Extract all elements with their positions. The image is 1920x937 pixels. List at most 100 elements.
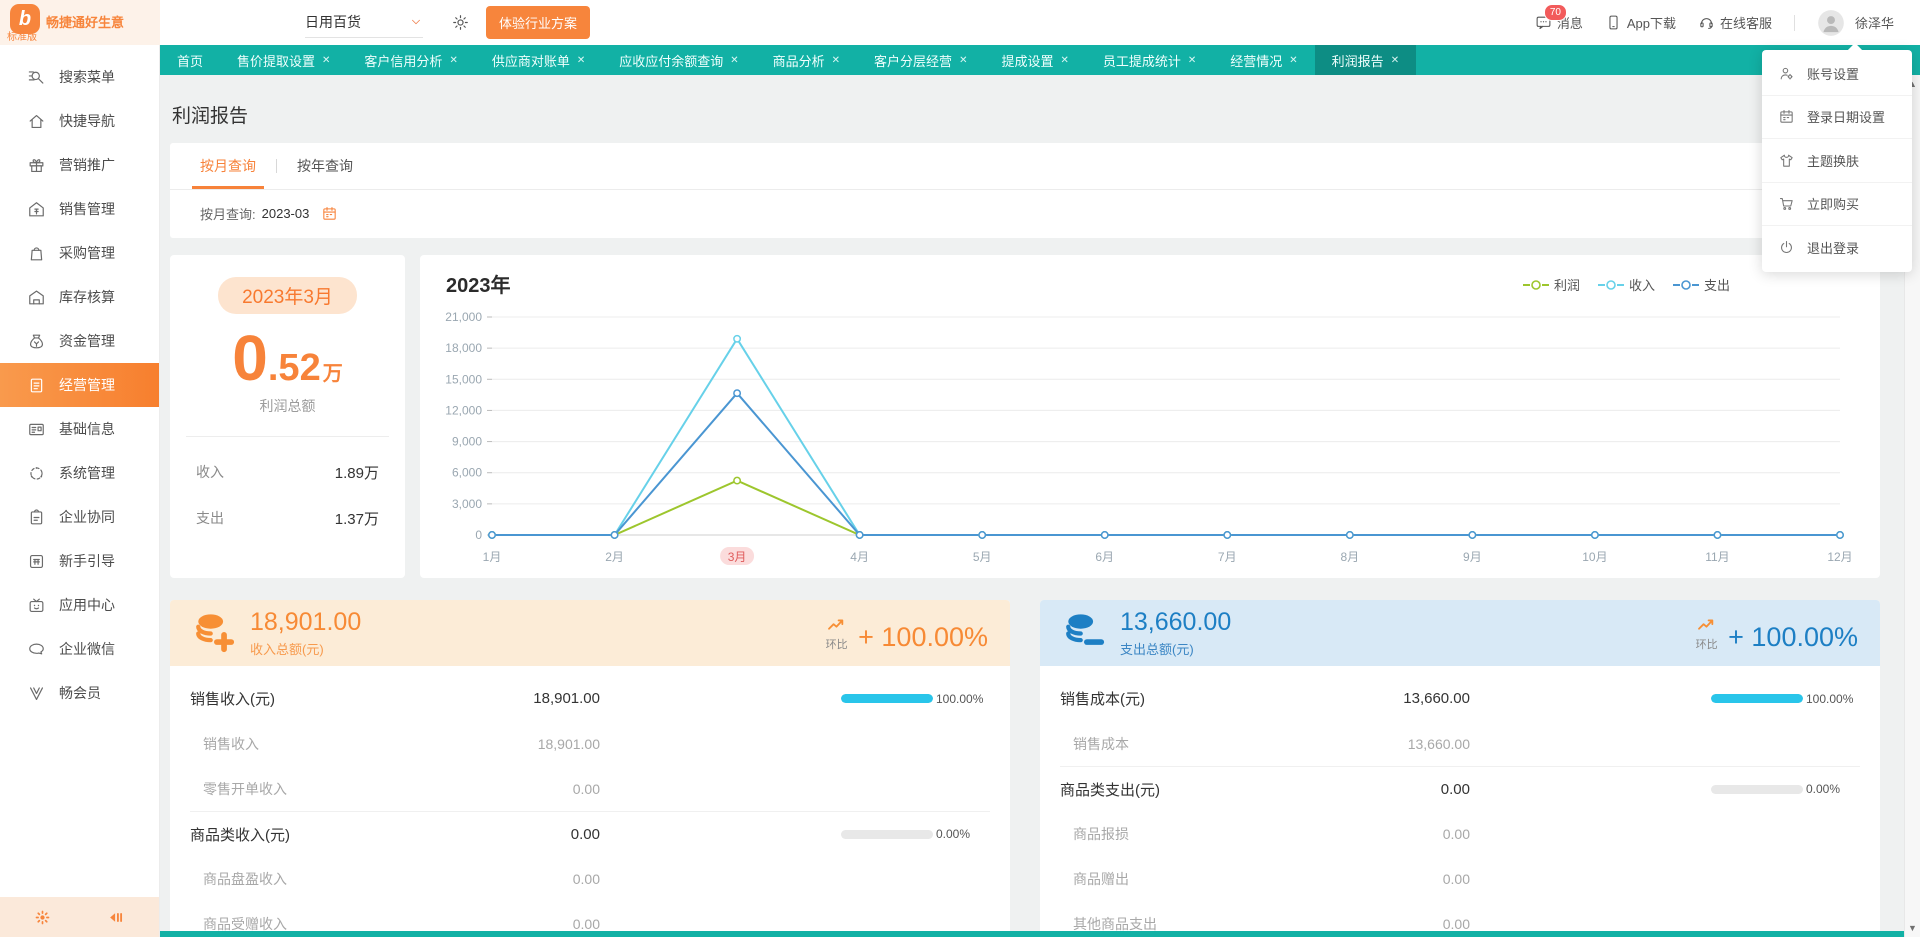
sidebar-item-app-center[interactable]: 应用中心 bbox=[0, 583, 159, 627]
tab-label: 客户分层经营 bbox=[874, 53, 953, 69]
row-value: 0.00 bbox=[1440, 780, 1470, 798]
company-select[interactable]: 日用百货 bbox=[305, 8, 423, 38]
income-mom-block: 环比 + 100.00% bbox=[824, 615, 988, 652]
sidebar-item-label: 基础信息 bbox=[59, 421, 115, 437]
sidebar-item-label: 快捷导航 bbox=[59, 113, 115, 129]
app-download-button[interactable]: App下载 bbox=[1605, 13, 1676, 32]
sidebar-item-inventory[interactable]: 库存核算 bbox=[0, 275, 159, 319]
table-row: 销售收入 18,901.00 bbox=[190, 721, 990, 766]
sidebar-item-home[interactable]: 快捷导航 bbox=[0, 99, 159, 143]
horizontal-scrollbar[interactable] bbox=[160, 931, 1904, 937]
phone-icon bbox=[1605, 14, 1622, 31]
summary-divider bbox=[186, 436, 389, 437]
row-value: 0.00 bbox=[1442, 870, 1470, 887]
svg-text:8月: 8月 bbox=[1340, 550, 1359, 564]
online-service-button[interactable]: 在线客服 bbox=[1698, 13, 1772, 32]
sidebar-settings-icon[interactable] bbox=[34, 909, 51, 926]
sidebar-item-purchase[interactable]: 采购管理 bbox=[0, 231, 159, 275]
table-row: 销售收入(元) 18,901.00 100.00% bbox=[190, 676, 990, 721]
tab-2[interactable]: 客户信用分析 ✕ bbox=[347, 45, 474, 75]
username[interactable]: 徐泽华 bbox=[1855, 13, 1894, 32]
menu-item-label: 立即购买 bbox=[1807, 197, 1860, 213]
collapse-sidebar-icon[interactable] bbox=[108, 909, 125, 926]
trend-block: 环比 bbox=[824, 615, 849, 652]
tab-label: 客户信用分析 bbox=[364, 53, 443, 69]
sidebar-item-funds[interactable]: 资金管理 bbox=[0, 319, 159, 363]
wechat-icon bbox=[27, 640, 46, 659]
tab-monthly-query[interactable]: 按月查询 bbox=[192, 143, 264, 189]
sidebar-item-system[interactable]: 系统管理 bbox=[0, 451, 159, 495]
svg-text:6,000: 6,000 bbox=[452, 466, 482, 480]
income-coins-icon bbox=[192, 612, 237, 654]
topbar: 日用百货 体验行业方案 70 消息 App下载 在线客服 徐泽华 bbox=[160, 0, 1920, 45]
close-tab-icon[interactable]: ✕ bbox=[1188, 55, 1196, 66]
close-tab-icon[interactable]: ✕ bbox=[730, 55, 738, 66]
avatar[interactable] bbox=[1817, 9, 1845, 37]
close-tab-icon[interactable]: ✕ bbox=[1289, 55, 1297, 66]
tab-1[interactable]: 售价提取设置 ✕ bbox=[220, 45, 347, 75]
trial-solution-button[interactable]: 体验行业方案 bbox=[486, 6, 591, 39]
row-value: 13,660.00 bbox=[1403, 690, 1470, 707]
close-tab-icon[interactable]: ✕ bbox=[322, 55, 330, 66]
menu-item-buy-now[interactable]: 立即购买 bbox=[1762, 183, 1912, 226]
purchase-icon bbox=[27, 244, 46, 263]
svg-text:12,000: 12,000 bbox=[445, 403, 482, 417]
legend-item[interactable]: 收入 bbox=[1597, 275, 1655, 294]
tab-8[interactable]: 员工提成统计 ✕ bbox=[1086, 45, 1213, 75]
menu-item-logout[interactable]: 退出登录 bbox=[1762, 226, 1912, 270]
sidebar-item-wechat[interactable]: 企业微信 bbox=[0, 627, 159, 671]
sidebar-item-search[interactable]: 搜索菜单 bbox=[0, 55, 159, 99]
app-window: b 畅捷通好生意 标准版 日用百货 体验行业方案 70 消息 App下载 在线客… bbox=[0, 0, 1920, 937]
close-tab-icon[interactable]: ✕ bbox=[577, 55, 585, 66]
row-progress-bar: 100.00% bbox=[1711, 692, 1860, 706]
messages-button[interactable]: 70 消息 bbox=[1535, 4, 1583, 32]
sidebar-item-business[interactable]: 经营管理 bbox=[0, 363, 159, 407]
tab-9[interactable]: 经营情况 ✕ bbox=[1213, 45, 1314, 75]
expense-table: 销售成本(元) 13,660.00 100.00% 销售成本 13,660.00 商品类支… bbox=[1040, 666, 1880, 937]
row-label: 销售成本 bbox=[1073, 735, 1129, 752]
close-tab-icon[interactable]: ✕ bbox=[959, 55, 967, 66]
tab-4[interactable]: 应收应付余额查询 ✕ bbox=[602, 45, 755, 75]
filter-row: 按月查询: 2023-03 bbox=[170, 190, 1880, 237]
sidebar-item-guide[interactable]: 新手引导 bbox=[0, 539, 159, 583]
month-picker-value[interactable]: 2023-03 bbox=[262, 206, 310, 221]
table-row: 销售成本 13,660.00 bbox=[1060, 721, 1860, 766]
gear-icon[interactable] bbox=[451, 13, 470, 32]
tab-3[interactable]: 供应商对账单 ✕ bbox=[475, 45, 602, 75]
close-tab-icon[interactable]: ✕ bbox=[449, 55, 457, 66]
close-tab-icon[interactable]: ✕ bbox=[1060, 55, 1068, 66]
menu-item-theme-skin[interactable]: 主题换肤 bbox=[1762, 139, 1912, 183]
legend-item[interactable]: 支出 bbox=[1672, 275, 1730, 294]
calendar-icon[interactable] bbox=[321, 205, 338, 222]
row-percent: 100.00% bbox=[936, 691, 984, 706]
sidebar-item-sales[interactable]: 销售管理 bbox=[0, 187, 159, 231]
tab-7[interactable]: 提成设置 ✕ bbox=[984, 45, 1085, 75]
menu-item-account-settings[interactable]: 账号设置 bbox=[1762, 52, 1912, 96]
legend-item[interactable]: 利润 bbox=[1522, 275, 1580, 294]
view-tabs: 按月查询 按年查询 bbox=[170, 143, 1880, 190]
close-tab-icon[interactable]: ✕ bbox=[1391, 55, 1399, 66]
sidebar-item-label: 搜索菜单 bbox=[59, 69, 115, 85]
sidebar-item-label: 畅会员 bbox=[59, 685, 101, 701]
close-tab-icon[interactable]: ✕ bbox=[832, 55, 840, 66]
tab-yearly-query[interactable]: 按年查询 bbox=[297, 143, 353, 189]
row-value: 0.00 bbox=[572, 870, 600, 887]
row-percent: 0.00% bbox=[936, 827, 971, 841]
tab-label: 员工提成统计 bbox=[1102, 53, 1181, 69]
svg-text:9,000: 9,000 bbox=[452, 435, 482, 449]
row-value: 18,901.00 bbox=[533, 690, 600, 707]
scroll-down-icon[interactable]: ▼ bbox=[1905, 923, 1920, 933]
sidebar-item-gift[interactable]: 营销推广 bbox=[0, 143, 159, 187]
menu-item-login-date[interactable]: 登录日期设置 bbox=[1762, 96, 1912, 139]
tab-0[interactable]: 首页 bbox=[160, 45, 220, 75]
tab-5[interactable]: 商品分析 ✕ bbox=[756, 45, 857, 75]
tab-6[interactable]: 客户分层经营 ✕ bbox=[857, 45, 984, 75]
sidebar-item-member[interactable]: 畅会员 bbox=[0, 671, 159, 715]
tab-10[interactable]: 利润报告 ✕ bbox=[1314, 45, 1417, 75]
svg-text:0: 0 bbox=[475, 528, 482, 542]
sidebar-item-collaboration[interactable]: 企业协同 bbox=[0, 495, 159, 539]
headset-icon bbox=[1698, 14, 1715, 31]
sidebar-item-base-info[interactable]: 基础信息 bbox=[0, 407, 159, 451]
menu-item-label: 账号设置 bbox=[1807, 66, 1860, 82]
row-value: 0.00 bbox=[572, 915, 600, 932]
